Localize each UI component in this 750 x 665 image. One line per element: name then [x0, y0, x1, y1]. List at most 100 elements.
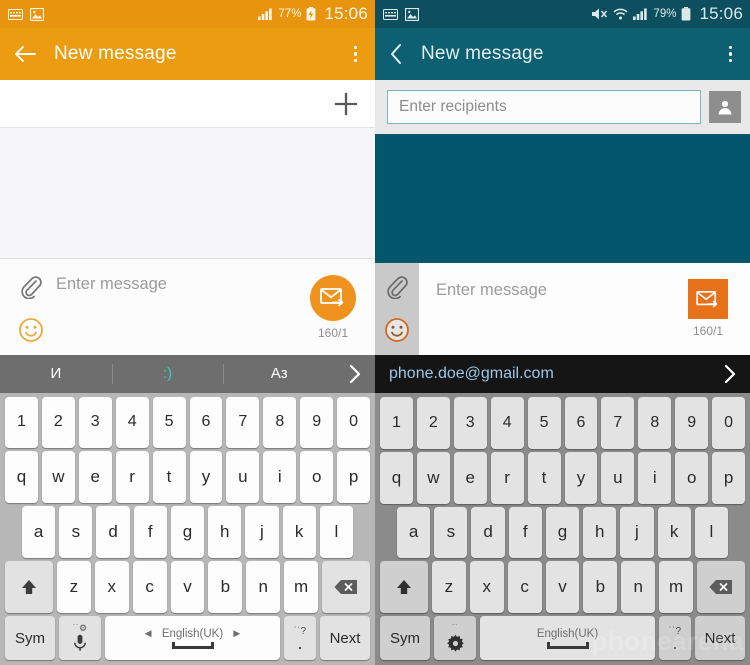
key[interactable]: h — [583, 507, 616, 559]
key[interactable]: s — [59, 506, 92, 558]
key[interactable]: c — [133, 561, 167, 613]
key[interactable]: l — [695, 507, 728, 559]
recipients-input[interactable]: Enter recipients — [387, 90, 701, 124]
key[interactable]: 7 — [226, 397, 259, 449]
space-key[interactable]: English(UK) — [480, 616, 655, 660]
key[interactable]: d — [471, 507, 504, 559]
suggestion-item[interactable]: :) — [112, 355, 224, 393]
chevron-right-icon[interactable] — [710, 364, 750, 384]
key[interactable]: 8 — [638, 397, 671, 449]
smiley-icon[interactable] — [384, 317, 410, 343]
key[interactable]: b — [583, 561, 617, 613]
backspace-icon[interactable] — [322, 561, 370, 613]
key[interactable]: 1 — [380, 397, 413, 449]
key[interactable]: a — [22, 506, 55, 558]
period-key[interactable]: ˙˙? . — [659, 616, 691, 660]
key[interactable]: q — [380, 452, 413, 504]
key[interactable]: k — [658, 507, 691, 559]
key[interactable]: w — [417, 452, 450, 504]
key[interactable]: 5 — [528, 397, 561, 449]
key[interactable]: 2 — [417, 397, 450, 449]
key[interactable]: s — [434, 507, 467, 559]
key[interactable]: 6 — [190, 397, 223, 449]
send-button[interactable] — [310, 275, 356, 321]
key[interactable]: e — [79, 451, 112, 503]
key[interactable]: z — [57, 561, 91, 613]
key[interactable]: 4 — [491, 397, 524, 449]
key[interactable]: h — [208, 506, 241, 558]
settings-key[interactable]: ˙˙ — [434, 616, 476, 660]
back-arrow-icon[interactable] — [14, 45, 36, 63]
key[interactable]: r — [116, 451, 149, 503]
plus-icon[interactable] — [333, 91, 359, 117]
mic-key[interactable]: ˙˙⚙ — [59, 616, 101, 660]
key[interactable]: r — [491, 452, 524, 504]
key[interactable]: 0 — [712, 397, 745, 449]
key[interactable]: 4 — [116, 397, 149, 449]
key[interactable]: v — [546, 561, 580, 613]
key[interactable]: t — [528, 452, 561, 504]
key[interactable]: c — [508, 561, 542, 613]
key[interactable]: 6 — [565, 397, 598, 449]
key[interactable]: 7 — [601, 397, 634, 449]
key[interactable]: b — [208, 561, 242, 613]
left-recipient-row[interactable] — [0, 80, 375, 128]
key[interactable]: l — [320, 506, 353, 558]
key[interactable]: p — [337, 451, 370, 503]
smiley-icon[interactable] — [18, 317, 44, 343]
key[interactable]: j — [245, 506, 278, 558]
space-left-arrow[interactable]: ◄ — [142, 628, 153, 640]
paperclip-icon[interactable] — [20, 275, 42, 299]
key[interactable]: y — [565, 452, 598, 504]
contact-person-icon[interactable] — [709, 91, 741, 123]
key[interactable]: o — [675, 452, 708, 504]
suggestion-item[interactable]: phone.doe@gmail.com — [389, 355, 710, 393]
key[interactable]: k — [283, 506, 316, 558]
key[interactable]: o — [300, 451, 333, 503]
overflow-menu-icon[interactable] — [348, 42, 364, 67]
chevron-right-icon[interactable] — [335, 364, 375, 384]
send-button[interactable] — [688, 279, 728, 319]
key[interactable]: m — [284, 561, 318, 613]
key[interactable]: z — [432, 561, 466, 613]
key[interactable]: j — [620, 507, 653, 559]
space-key[interactable]: ◄ English(UK) ► — [105, 616, 280, 660]
key[interactable]: v — [171, 561, 205, 613]
key[interactable]: x — [95, 561, 129, 613]
key[interactable]: f — [134, 506, 167, 558]
suggestion-item[interactable]: И — [0, 355, 112, 393]
space-right-arrow[interactable]: ► — [231, 628, 242, 640]
next-key[interactable]: Next — [320, 616, 370, 660]
sym-key[interactable]: Sym — [380, 616, 430, 660]
key[interactable]: g — [171, 506, 204, 558]
key[interactable]: 5 — [153, 397, 186, 449]
key[interactable]: 3 — [79, 397, 112, 449]
key[interactable]: 9 — [300, 397, 333, 449]
key[interactable]: i — [263, 451, 296, 503]
backspace-icon[interactable] — [697, 561, 745, 613]
key[interactable]: 2 — [42, 397, 75, 449]
key[interactable]: q — [5, 451, 38, 503]
key[interactable]: 3 — [454, 397, 487, 449]
key[interactable]: e — [454, 452, 487, 504]
key[interactable]: n — [246, 561, 280, 613]
sym-key[interactable]: Sym — [5, 616, 55, 660]
key[interactable]: n — [621, 561, 655, 613]
key[interactable]: u — [601, 452, 634, 504]
key[interactable]: x — [470, 561, 504, 613]
key[interactable]: t — [153, 451, 186, 503]
key[interactable]: i — [638, 452, 671, 504]
period-key[interactable]: ˙˙? . — [284, 616, 316, 660]
key[interactable]: y — [190, 451, 223, 503]
shift-icon[interactable] — [5, 561, 53, 613]
key[interactable]: f — [509, 507, 542, 559]
key[interactable]: w — [42, 451, 75, 503]
overflow-menu-icon[interactable] — [723, 42, 739, 67]
key[interactable]: p — [712, 452, 745, 504]
key[interactable]: d — [96, 506, 129, 558]
key[interactable]: 1 — [5, 397, 38, 449]
shift-icon[interactable] — [380, 561, 428, 613]
key[interactable]: a — [397, 507, 430, 559]
paperclip-icon[interactable] — [386, 275, 408, 299]
key[interactable]: 8 — [263, 397, 296, 449]
